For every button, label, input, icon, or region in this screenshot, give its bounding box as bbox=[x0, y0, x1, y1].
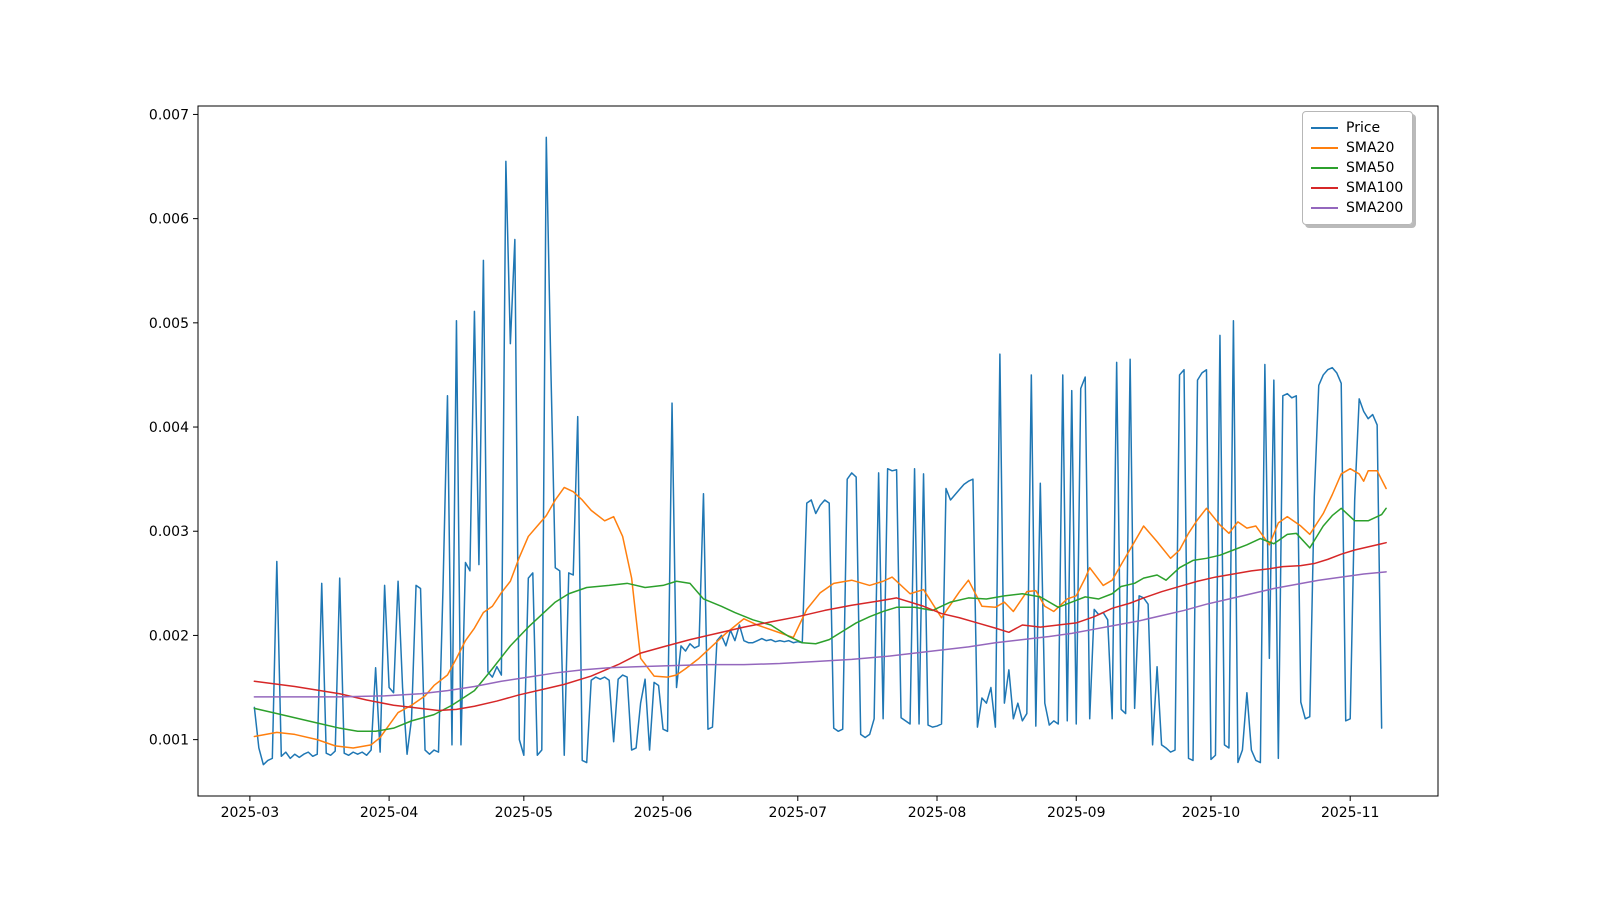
legend-item-sma50: SMA50 bbox=[1311, 158, 1403, 178]
x-tick-label: 2025-08 bbox=[908, 805, 967, 821]
legend-swatch-sma200 bbox=[1311, 207, 1338, 209]
legend-swatch-sma20 bbox=[1311, 147, 1338, 149]
x-tick-label: 2025-04 bbox=[360, 805, 419, 821]
x-tick-label: 2025-06 bbox=[634, 805, 693, 821]
legend-label: SMA50 bbox=[1346, 160, 1395, 176]
legend-swatch-sma100 bbox=[1311, 187, 1338, 189]
x-tick-label: 2025-10 bbox=[1182, 805, 1241, 821]
legend-item-sma200: SMA200 bbox=[1311, 198, 1403, 218]
legend-swatch-sma50 bbox=[1311, 167, 1338, 169]
axes-frame bbox=[197, 105, 1439, 797]
legend-item-sma20: SMA20 bbox=[1311, 138, 1403, 158]
y-tick-label: 0.001 bbox=[149, 733, 189, 749]
y-tick-label: 0.004 bbox=[149, 420, 189, 436]
x-tick-label: 2025-07 bbox=[769, 805, 828, 821]
legend: Price SMA20 SMA50 SMA100 SMA200 bbox=[1302, 111, 1414, 225]
y-tick-label: 0.005 bbox=[149, 316, 189, 332]
x-tick-label: 2025-03 bbox=[221, 805, 280, 821]
legend-label: SMA20 bbox=[1346, 140, 1395, 156]
legend-label: SMA100 bbox=[1346, 180, 1404, 196]
legend-label: Price bbox=[1346, 120, 1381, 136]
legend-item-price: Price bbox=[1311, 118, 1403, 138]
y-tick-label: 0.002 bbox=[149, 628, 189, 644]
legend-item-sma100: SMA100 bbox=[1311, 178, 1403, 198]
x-tick-label: 2025-09 bbox=[1047, 805, 1106, 821]
legend-label: SMA200 bbox=[1346, 200, 1404, 216]
y-tick-label: 0.003 bbox=[149, 524, 189, 540]
series-line-price bbox=[253, 136, 1383, 766]
figure: 2025-03 2025-04 2025-05 2025-06 2025-07 2025-… bbox=[0, 0, 1600, 900]
x-tick-label: 2025-05 bbox=[495, 805, 554, 821]
y-tick-label: 0.006 bbox=[149, 212, 189, 228]
legend-swatch-price bbox=[1311, 127, 1338, 129]
y-tick-label: 0.007 bbox=[149, 107, 189, 123]
x-tick-label: 2025-11 bbox=[1321, 805, 1380, 821]
